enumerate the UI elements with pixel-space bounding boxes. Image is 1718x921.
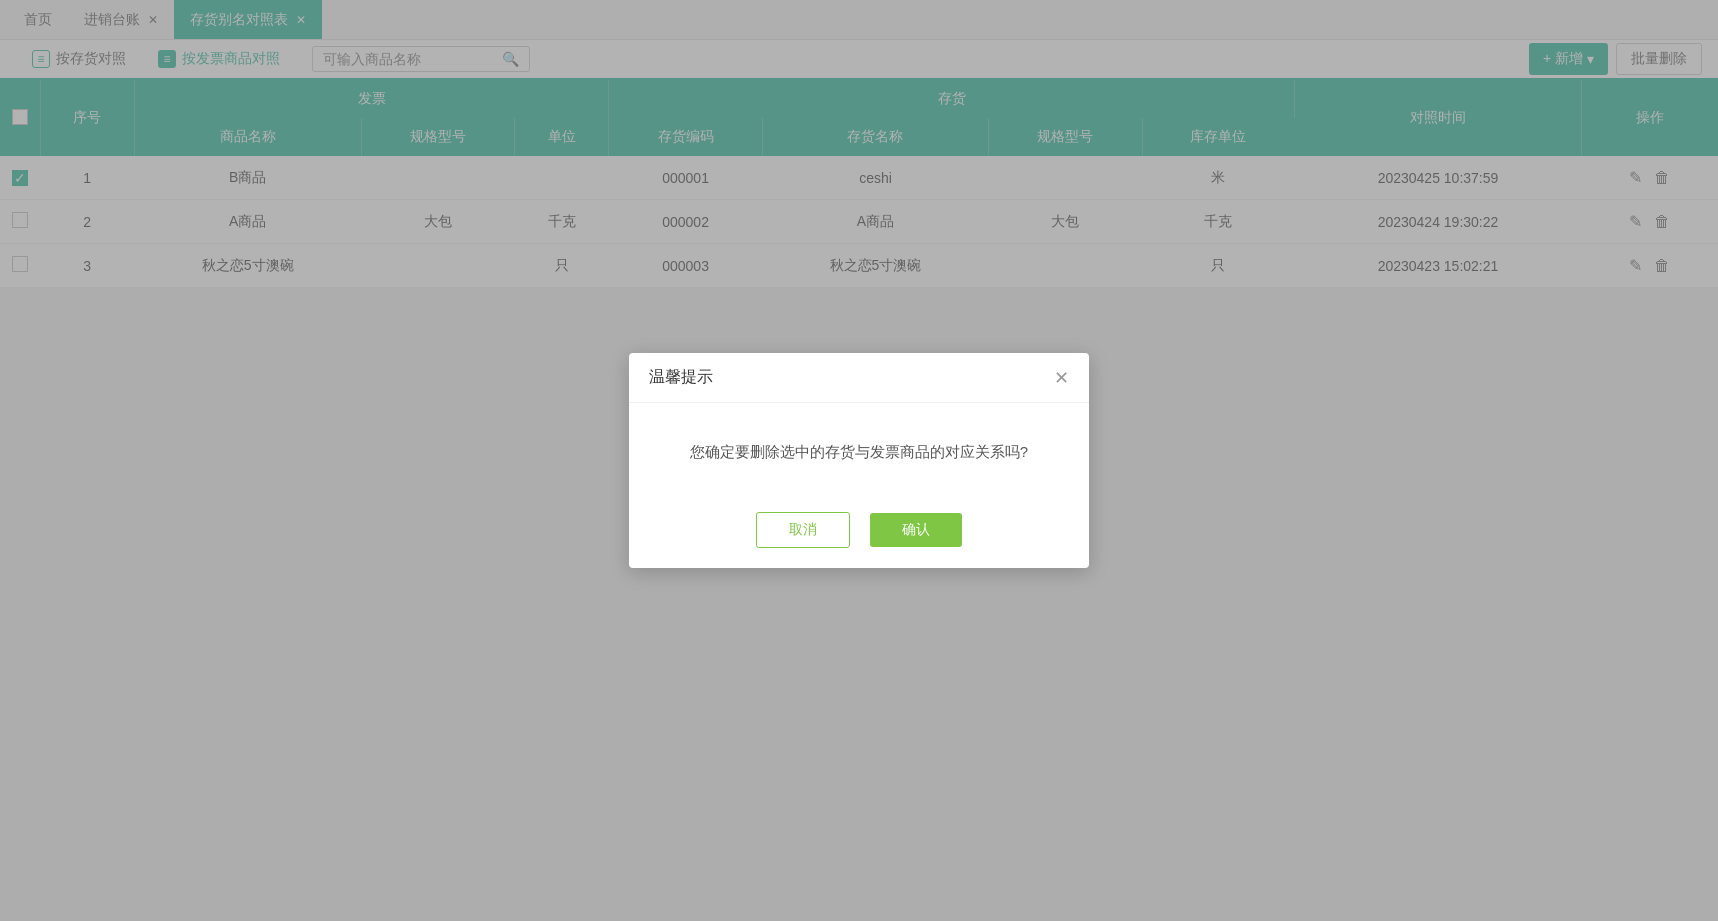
modal-overlay: 温馨提示 ✕ 您确定要删除选中的存货与发票商品的对应关系吗? 取消 确认: [0, 0, 1718, 288]
